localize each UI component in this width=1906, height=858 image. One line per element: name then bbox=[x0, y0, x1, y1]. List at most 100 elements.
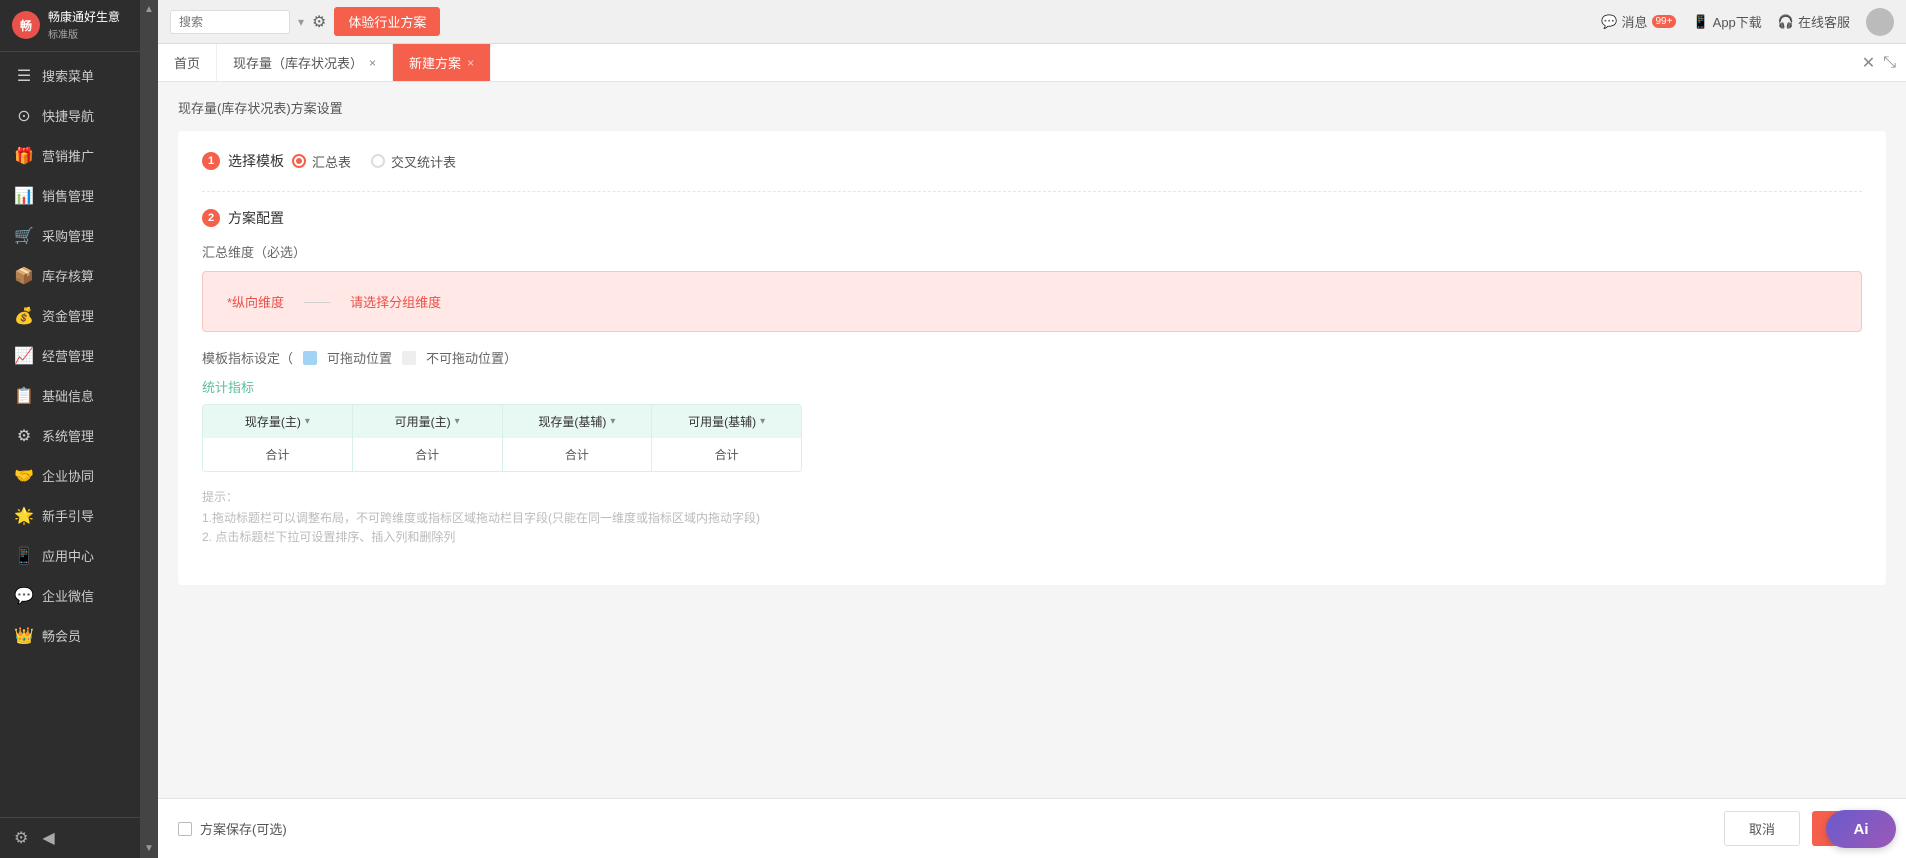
cancel-button[interactable]: 取消 bbox=[1724, 811, 1800, 846]
sidebar-item-marketing[interactable]: 🎁营销推广 bbox=[0, 136, 140, 176]
stats-col-header-col1[interactable]: 现存量(主) ▾ bbox=[203, 405, 353, 438]
radio-summary-label: 汇总表 bbox=[312, 152, 351, 171]
tip-item-1: 1.拖动标题栏可以调整布局，不可跨维度或指标区域拖动栏目字段(只能在同一维度或指… bbox=[202, 509, 1862, 526]
radio-cross[interactable]: 交叉统计表 bbox=[371, 152, 456, 171]
nav-label-quick-nav: 快捷导航 bbox=[42, 106, 94, 125]
nav-label-purchase: 采购管理 bbox=[42, 226, 94, 245]
nav-label-ops: 经营管理 bbox=[42, 346, 94, 365]
topbar-gear-icon[interactable]: ⚙ bbox=[312, 12, 326, 32]
sidebar-bottom: ⚙ ◀ bbox=[0, 817, 140, 858]
sidebar-item-sys-mgmt[interactable]: ⚙ 系统管理 bbox=[0, 416, 140, 456]
stats-col-header-col4[interactable]: 可用量(基辅)▾ bbox=[652, 405, 801, 438]
sidebar-item-sales[interactable]: 📊 销售管理 bbox=[0, 176, 140, 216]
user-avatar[interactable] bbox=[1866, 8, 1894, 36]
nav-icon-search-menu: ☰ bbox=[14, 66, 34, 86]
tabs-bar: 首页 现存量（库存状况表） × 新建方案 × ✕ ⤡ bbox=[158, 44, 1906, 82]
sidebar: 畅 畅康通好生意 标准版 ☰搜索菜单⊙快捷导航🎁营销推广📊销售管理🛒采购管理📦库… bbox=[0, 0, 140, 858]
indicator-settings-label: 模板指标设定（ bbox=[202, 348, 293, 367]
dimension-placeholder[interactable]: 请选择分组维度 bbox=[350, 292, 441, 311]
divider-1 bbox=[202, 191, 1862, 192]
sidebar-item-ops[interactable]: 📈经营管理 bbox=[0, 336, 140, 376]
nav-icon-new-guide: 🌟 bbox=[14, 506, 34, 526]
col-chevron-col1: ▾ bbox=[305, 416, 310, 427]
radio-cross-circle bbox=[371, 154, 385, 168]
nav-icon-sys-mgmt: ⚙ bbox=[14, 426, 34, 446]
sidebar-item-member[interactable]: 👑畅会员 bbox=[0, 616, 140, 656]
ai-fab-button[interactable]: Ai bbox=[1826, 810, 1896, 848]
tab-new-plan[interactable]: 新建方案 × bbox=[393, 44, 491, 81]
nav-label-search-menu: 搜索菜单 bbox=[42, 66, 94, 85]
sidebar-item-corp-wechat[interactable]: 💬企业微信 bbox=[0, 576, 140, 616]
topbar-right: 💬 消息 99+ 📱 App下载 🎧 在线客服 bbox=[1601, 8, 1894, 36]
sidebar-item-corp-collab[interactable]: 🤝 企业协同 bbox=[0, 456, 140, 496]
dimension-required-label: *纵向维度 bbox=[227, 292, 284, 311]
nav-label-member: 畅会员 bbox=[42, 626, 81, 645]
nav-label-finance: 资金管理 bbox=[42, 306, 94, 325]
col-label-col3: 现存量(基辅) bbox=[538, 413, 606, 430]
tab-home-label: 首页 bbox=[174, 53, 200, 72]
stats-title: 统计指标 bbox=[202, 377, 1862, 396]
sidebar-nav: ☰ 搜索菜单 ⊙快捷导航🎁营销推广 📊 销售管理 🛒 采购管理 📦库存核算💰资金管理📈经营管理… bbox=[0, 52, 140, 817]
tab-expand-icon[interactable]: ⤡ bbox=[1883, 54, 1896, 72]
movable-label: 可拖动位置 bbox=[327, 348, 392, 367]
logo-icon: 畅 bbox=[12, 11, 40, 39]
nav-icon-sales: 📊 bbox=[14, 186, 34, 206]
app-download-group[interactable]: 📱 App下载 bbox=[1692, 12, 1761, 31]
sidebar-item-finance[interactable]: 💰资金管理 bbox=[0, 296, 140, 336]
step2-num: 2 bbox=[202, 209, 220, 227]
stats-cell-col4: 合计 bbox=[652, 438, 801, 471]
tab-inventory[interactable]: 现存量（库存状况表） × bbox=[217, 44, 393, 81]
topbar-chevron-icon[interactable]: ▾ bbox=[298, 15, 304, 29]
col-label-col1: 现存量(主) bbox=[245, 413, 301, 430]
nav-icon-app-center: 📱 bbox=[14, 546, 34, 566]
radio-summary[interactable]: 汇总表 bbox=[292, 152, 351, 171]
topbar-left: ▾ ⚙ 体验行业方案 bbox=[170, 7, 1593, 36]
tab-home[interactable]: 首页 bbox=[158, 44, 217, 81]
scroll-down-arrow[interactable]: ▼ bbox=[144, 843, 154, 854]
nav-label-app-center: 应用中心 bbox=[42, 546, 94, 565]
sidebar-item-app-center[interactable]: 📱 应用中心 bbox=[0, 536, 140, 576]
col-chevron-col3: ▾ bbox=[610, 416, 615, 427]
messages-icon-group[interactable]: 💬 消息 99+ bbox=[1601, 12, 1676, 31]
phone-icon: 📱 bbox=[1692, 14, 1708, 30]
topbar-search-input[interactable] bbox=[170, 10, 290, 34]
online-support-label: 在线客服 bbox=[1798, 12, 1850, 31]
step1-section: 1 选择模板 汇总表 交叉统计表 bbox=[202, 151, 1862, 171]
save-checkbox[interactable] bbox=[178, 822, 192, 836]
config-panel: 1 选择模板 汇总表 交叉统计表 bbox=[178, 131, 1886, 585]
ai-fab-label: Ai bbox=[1854, 821, 1869, 838]
tab-close-right-icon[interactable]: ✕ bbox=[1862, 53, 1875, 73]
online-support-group[interactable]: 🎧 在线客服 bbox=[1778, 12, 1850, 31]
nav-icon-basic-info: 📋 bbox=[14, 386, 34, 406]
nav-icon-purchase: 🛒 bbox=[14, 226, 34, 246]
save-option-label: 方案保存(可选) bbox=[200, 819, 287, 838]
stats-cell-col1: 合计 bbox=[203, 438, 353, 471]
sidebar-item-new-guide[interactable]: 🌟新手引导 bbox=[0, 496, 140, 536]
step2-header: 2 方案配置 bbox=[202, 208, 1862, 228]
settings-icon[interactable]: ⚙ bbox=[14, 828, 28, 848]
sidebar-item-basic-info[interactable]: 📋 基础信息 bbox=[0, 376, 140, 416]
scroll-up-arrow[interactable]: ▲ bbox=[144, 4, 154, 15]
nav-label-sys-mgmt: 系统管理 bbox=[42, 426, 94, 445]
collapse-icon[interactable]: ◀ bbox=[42, 828, 54, 848]
tab-new-plan-close-icon[interactable]: × bbox=[467, 56, 474, 70]
nav-label-corp-collab: 企业协同 bbox=[42, 466, 94, 485]
nav-icon-corp-collab: 🤝 bbox=[14, 466, 34, 486]
template-radio-group: 汇总表 交叉统计表 bbox=[292, 152, 456, 171]
industry-plan-button[interactable]: 体验行业方案 bbox=[334, 7, 440, 36]
bottom-bar: 方案保存(可选) 取消 查询 bbox=[158, 798, 1906, 858]
sidebar-item-search-menu[interactable]: ☰ 搜索菜单 bbox=[0, 56, 140, 96]
stats-table-body: 合计合计合计合计 bbox=[203, 438, 801, 471]
stats-col-header-col2[interactable]: 可用量(主)▾ bbox=[353, 405, 503, 438]
col-label-col2: 可用量(主) bbox=[395, 413, 451, 430]
nav-label-sales: 销售管理 bbox=[42, 186, 94, 205]
dimension-row: *纵向维度 —— 请选择分组维度 bbox=[227, 292, 1837, 311]
sidebar-item-inventory[interactable]: 📦库存核算 bbox=[0, 256, 140, 296]
app-tag: 标准版 bbox=[48, 26, 120, 41]
nav-label-basic-info: 基础信息 bbox=[42, 386, 94, 405]
stats-col-header-col3[interactable]: 现存量(基辅) ▾ bbox=[503, 405, 653, 438]
tab-inventory-close-icon[interactable]: × bbox=[369, 56, 376, 70]
sidebar-item-quick-nav[interactable]: ⊙快捷导航 bbox=[0, 96, 140, 136]
sidebar-item-purchase[interactable]: 🛒 采购管理 bbox=[0, 216, 140, 256]
tips-section: 提示： 1.拖动标题栏可以调整布局，不可跨维度或指标区域拖动栏目字段(只能在同一… bbox=[202, 488, 1862, 545]
